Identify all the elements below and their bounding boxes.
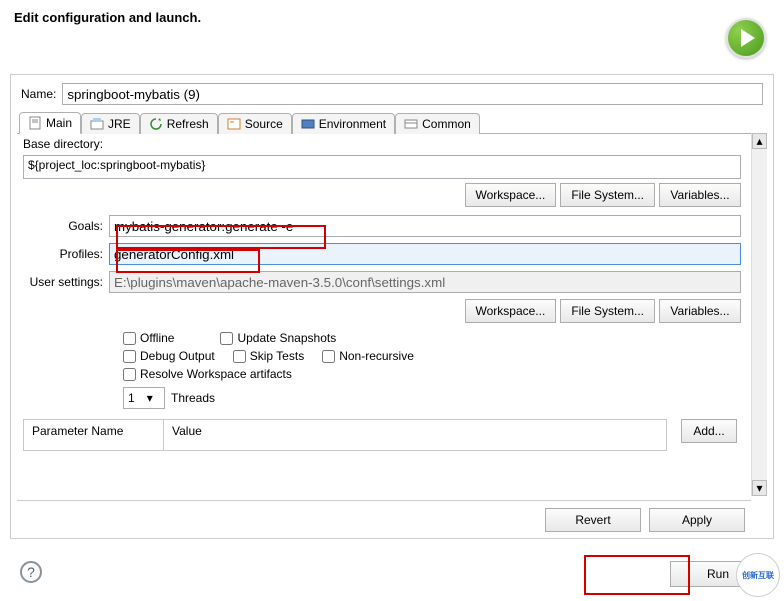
param-value-header: Value — [164, 420, 666, 450]
jre-icon — [90, 117, 104, 131]
config-panel: Name: Main JRE Refresh Source Environmen… — [10, 74, 774, 539]
common-icon — [404, 117, 418, 131]
usersettings-field[interactable] — [109, 271, 741, 293]
basedir-label: Base directory: — [23, 137, 741, 151]
param-name-header: Parameter Name — [24, 420, 164, 450]
update-checkbox[interactable]: Update Snapshots — [220, 331, 336, 345]
basedir-variables-button[interactable]: Variables... — [659, 183, 741, 207]
tab-label: Main — [46, 116, 72, 130]
cb-label: Non-recursive — [339, 349, 414, 363]
cb-label: Offline — [140, 331, 174, 345]
usersettings-filesystem-button[interactable]: File System... — [560, 299, 655, 323]
usersettings-label: User settings: — [23, 275, 109, 289]
profiles-label: Profiles: — [23, 247, 109, 261]
threads-label: Threads — [171, 391, 215, 405]
scroll-down-icon[interactable]: ▾ — [752, 480, 767, 496]
source-icon — [227, 117, 241, 131]
threads-value: 1 — [128, 391, 135, 405]
usersettings-variables-button[interactable]: Variables... — [659, 299, 741, 323]
scrollbar[interactable]: ▴ ▾ — [751, 133, 767, 496]
resolve-checkbox[interactable]: Resolve Workspace artifacts — [123, 367, 292, 381]
tab-label: JRE — [108, 117, 131, 131]
nonrecursive-checkbox[interactable]: Non-recursive — [322, 349, 414, 363]
help-button[interactable]: ? — [20, 561, 42, 583]
basedir-workspace-button[interactable]: Workspace... — [465, 183, 557, 207]
page-title: Edit configuration and launch. — [0, 0, 784, 35]
watermark-logo: 创新互联 — [736, 553, 780, 597]
tab-main[interactable]: Main — [19, 112, 81, 134]
cb-label: Update Snapshots — [237, 331, 336, 345]
refresh-icon — [149, 117, 163, 131]
params-table[interactable]: Parameter Name Value — [23, 419, 667, 451]
scroll-up-icon[interactable]: ▴ — [752, 133, 767, 149]
revert-button[interactable]: Revert — [545, 508, 641, 532]
highlight-box — [116, 249, 260, 273]
tab-refresh[interactable]: Refresh — [140, 113, 218, 134]
tab-common[interactable]: Common — [395, 113, 480, 134]
tab-label: Environment — [319, 117, 386, 131]
skip-checkbox[interactable]: Skip Tests — [233, 349, 304, 363]
goals-label: Goals: — [23, 219, 109, 233]
tab-jre[interactable]: JRE — [81, 113, 140, 134]
add-param-button[interactable]: Add... — [681, 419, 737, 443]
panel-buttons: Revert Apply — [17, 500, 751, 532]
environment-icon — [301, 117, 315, 131]
threads-spinner[interactable]: 1▾ — [123, 387, 165, 409]
name-label: Name: — [21, 87, 56, 101]
basedir-filesystem-button[interactable]: File System... — [560, 183, 655, 207]
apply-button[interactable]: Apply — [649, 508, 745, 532]
name-field[interactable] — [62, 83, 763, 105]
debug-checkbox[interactable]: Debug Output — [123, 349, 215, 363]
offline-checkbox[interactable]: Offline — [123, 331, 174, 345]
tab-content: Base directory: ${project_loc:springboot… — [17, 133, 751, 496]
tabbar: Main JRE Refresh Source Environment Comm… — [17, 111, 767, 134]
tab-source[interactable]: Source — [218, 113, 292, 134]
tab-environment[interactable]: Environment — [292, 113, 395, 134]
tab-label: Refresh — [167, 117, 209, 131]
chevron-down-icon: ▾ — [147, 391, 153, 405]
usersettings-workspace-button[interactable]: Workspace... — [465, 299, 557, 323]
basedir-field[interactable]: ${project_loc:springboot-mybatis} — [23, 155, 741, 179]
cb-label: Debug Output — [140, 349, 215, 363]
highlight-box — [116, 225, 326, 249]
launch-icon — [726, 18, 766, 58]
tab-label: Common — [422, 117, 471, 131]
tab-label: Source — [245, 117, 283, 131]
highlight-box — [584, 555, 690, 595]
cb-label: Skip Tests — [250, 349, 304, 363]
cb-label: Resolve Workspace artifacts — [140, 367, 292, 381]
doc-icon — [28, 116, 42, 130]
